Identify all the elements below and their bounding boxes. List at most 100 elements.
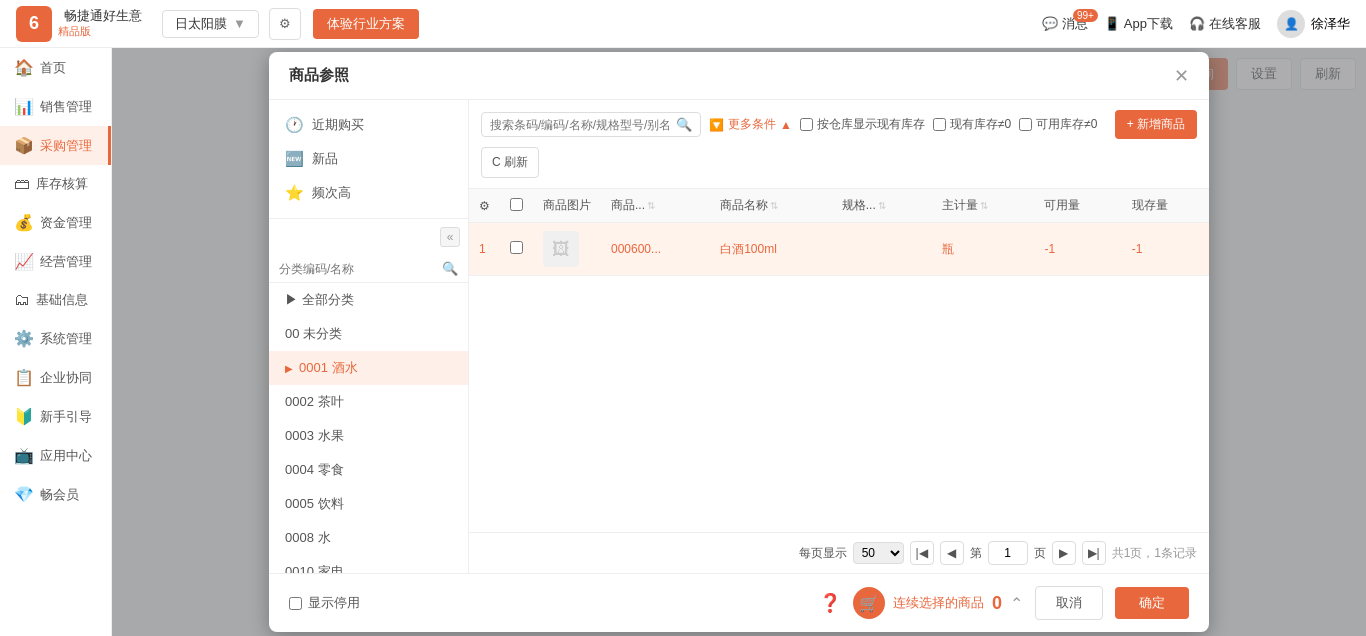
quick-link-recent[interactable]: 🕐 近期购买 <box>269 108 468 142</box>
refresh-button[interactable]: C 刷新 <box>481 147 539 178</box>
col-stock[interactable]: 现存量 <box>1122 189 1209 223</box>
confirm-button[interactable]: 确定 <box>1115 587 1189 619</box>
category-00[interactable]: 00 未分类 <box>269 317 468 351</box>
page-label: 第 <box>970 545 982 562</box>
sidebar-item-inventory[interactable]: 🗃 库存核算 <box>0 165 111 203</box>
col-image: 商品图片 <box>533 189 601 223</box>
cancel-button[interactable]: 取消 <box>1035 586 1103 620</box>
page-size-select[interactable]: 50 10 20 100 <box>853 542 904 564</box>
filter-label: 更多条件 <box>728 116 776 133</box>
row-num: 1 <box>469 223 500 276</box>
last-page-button[interactable]: ▶| <box>1082 541 1106 565</box>
app-download-button[interactable]: 📱 App下载 <box>1104 15 1173 33</box>
category-all-label: ▶ 全部分类 <box>285 291 354 309</box>
row-stock: -1 <box>1122 223 1209 276</box>
sidebar-label-apps: 应用中心 <box>40 447 92 465</box>
page-input[interactable] <box>988 541 1028 565</box>
collapse-panel-button[interactable]: « <box>440 227 460 247</box>
next-page-button[interactable]: ▶ <box>1052 541 1076 565</box>
help-icon[interactable]: ❓ <box>819 592 841 614</box>
add-product-button[interactable]: + 新增商品 <box>1115 110 1197 139</box>
category-0001-arrow: ▶ <box>285 363 293 374</box>
sidebar-item-collab[interactable]: 📋 企业协同 <box>0 358 111 397</box>
category-0002[interactable]: 0002 茶叶 <box>269 385 468 419</box>
category-0005[interactable]: 0005 饮料 <box>269 487 468 521</box>
settings-icon[interactable]: ⚙ <box>269 8 301 40</box>
page-label2: 页 <box>1034 545 1046 562</box>
row-image-cell: 🖼 <box>533 223 601 276</box>
row-checkbox[interactable] <box>510 241 523 254</box>
home-icon: 🏠 <box>14 58 34 77</box>
category-0008-label: 0008 水 <box>285 529 331 547</box>
sidebar-item-system[interactable]: ⚙️ 系统管理 <box>0 319 111 358</box>
new-icon: 🆕 <box>285 150 304 168</box>
sidebar-item-apps[interactable]: 📺 应用中心 <box>0 436 111 475</box>
sidebar-item-operation[interactable]: 📈 经营管理 <box>0 242 111 281</box>
sidebar-item-sales[interactable]: 📊 销售管理 <box>0 87 111 126</box>
sidebar-item-home[interactable]: 🏠 首页 <box>0 48 111 87</box>
filter-button[interactable]: 🔽 更多条件 ▲ <box>709 116 792 133</box>
col-spec[interactable]: 规格...⇅ <box>832 189 932 223</box>
clock-icon: 🕐 <box>285 116 304 134</box>
search-icon[interactable]: 🔍 <box>676 117 692 132</box>
stock-checkbox[interactable] <box>933 118 946 131</box>
gear-icon[interactable]: ⚙ <box>479 199 490 213</box>
category-0003[interactable]: 0003 水果 <box>269 419 468 453</box>
message-button[interactable]: 💬 消息 99+ <box>1042 15 1088 33</box>
col-unit[interactable]: 主计量⇅ <box>932 189 1035 223</box>
product-table: ⚙ 商品图片 <box>469 189 1209 276</box>
category-0010[interactable]: 0010 家电 <box>269 555 468 573</box>
sort-spec-icon: ⇅ <box>878 200 886 211</box>
category-search-input[interactable] <box>279 262 436 276</box>
user-profile[interactable]: 👤 徐泽华 <box>1277 10 1350 38</box>
cart-icon[interactable]: 🛒 <box>853 587 885 619</box>
product-search-input[interactable] <box>490 118 670 132</box>
service-label: 在线客服 <box>1209 15 1261 33</box>
category-0008[interactable]: 0008 水 <box>269 521 468 555</box>
quick-link-frequent-label: 频次高 <box>312 184 351 202</box>
sidebar-item-basic[interactable]: 🗂 基础信息 <box>0 281 111 319</box>
col-available[interactable]: 可用量 <box>1034 189 1121 223</box>
sidebar-item-purchase[interactable]: 📦 采购管理 <box>0 126 111 165</box>
available-checkbox[interactable] <box>1019 118 1032 131</box>
sidebar-label-inventory: 库存核算 <box>36 175 88 193</box>
sidebar-label-home: 首页 <box>40 59 66 77</box>
collapse-cart-icon[interactable]: ⌃ <box>1010 594 1023 613</box>
sidebar-item-guide[interactable]: 🔰 新手引导 <box>0 397 111 436</box>
sidebar-item-member[interactable]: 💎 畅会员 <box>0 475 111 514</box>
table-row[interactable]: 1 🖼 000600... 白酒100ml <box>469 223 1209 276</box>
category-all[interactable]: ▶ 全部分类 <box>269 283 468 317</box>
online-service-button[interactable]: 🎧 在线客服 <box>1189 15 1261 33</box>
trial-button[interactable]: 体验行业方案 <box>313 9 419 39</box>
col-settings: ⚙ <box>469 189 500 223</box>
show-disabled-checkbox[interactable] <box>289 597 302 610</box>
product-search-box: 🔍 <box>481 112 701 137</box>
store-selector[interactable]: 日太阳膜 ▼ <box>162 10 259 38</box>
quick-link-frequent[interactable]: ⭐ 频次高 <box>269 176 468 210</box>
select-all-checkbox[interactable] <box>510 198 523 211</box>
guide-icon: 🔰 <box>14 407 34 426</box>
category-0004[interactable]: 0004 零食 <box>269 453 468 487</box>
sidebar-item-finance[interactable]: 💰 资金管理 <box>0 203 111 242</box>
message-badge: 99+ <box>1073 9 1098 22</box>
quick-link-new[interactable]: 🆕 新品 <box>269 142 468 176</box>
checkbox-available: 可用库存≠0 <box>1019 116 1097 133</box>
col-code[interactable]: 商品...⇅ <box>601 189 710 223</box>
category-0010-label: 0010 家电 <box>285 563 344 573</box>
category-0001[interactable]: ▶ 0001 酒水 <box>269 351 468 385</box>
quick-link-recent-label: 近期购买 <box>312 116 364 134</box>
col-name[interactable]: 商品名称⇅ <box>710 189 832 223</box>
purchase-icon: 📦 <box>14 136 34 155</box>
logo-sub: 精品版 <box>58 24 142 39</box>
search-icon[interactable]: 🔍 <box>442 261 458 276</box>
warehouse-label: 按仓库显示现有库存 <box>817 116 925 133</box>
first-page-button[interactable]: |◀ <box>910 541 934 565</box>
user-name: 徐泽华 <box>1311 15 1350 33</box>
warehouse-checkbox[interactable] <box>800 118 813 131</box>
row-checkbox-cell <box>500 223 533 276</box>
pagination: 每页显示 50 10 20 100 |◀ ◀ 第 页 <box>469 532 1209 573</box>
prev-page-button[interactable]: ◀ <box>940 541 964 565</box>
close-icon[interactable]: ✕ <box>1174 67 1189 85</box>
cart-info: 🛒 连续选择的商品 0 ⌃ <box>853 587 1023 619</box>
checkbox-warehouse: 按仓库显示现有库存 <box>800 116 925 133</box>
